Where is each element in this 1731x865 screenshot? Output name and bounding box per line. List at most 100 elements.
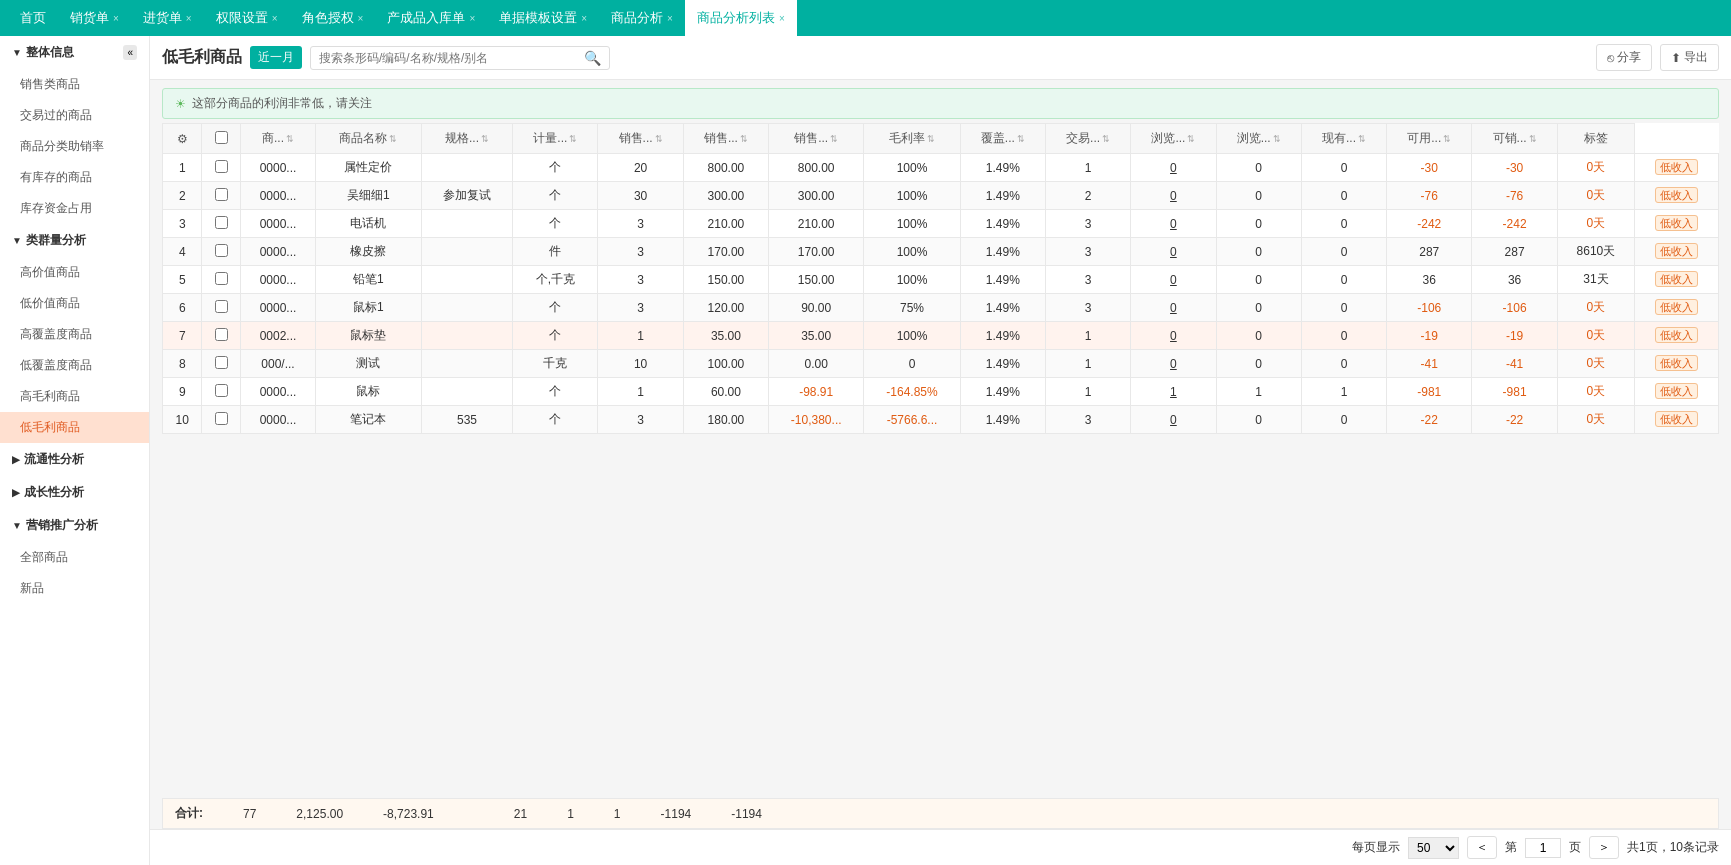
- close-icon[interactable]: ×: [358, 13, 364, 24]
- row-checkbox[interactable]: [202, 294, 241, 322]
- nav-product-analysis-list[interactable]: 商品分析列表 ×: [685, 0, 797, 36]
- close-icon[interactable]: ×: [779, 13, 785, 24]
- row-sale-cost: 150.00: [769, 266, 864, 294]
- th-settings[interactable]: ⚙: [163, 124, 202, 154]
- sidebar-item-low-margin[interactable]: 低毛利商品: [0, 412, 149, 443]
- sidebar-item-high-coverage[interactable]: 高覆盖度商品: [0, 319, 149, 350]
- sidebar-item-stocked-products[interactable]: 有库存的商品: [0, 162, 149, 193]
- sidebar-group-overall[interactable]: ▼ 整体信息 «: [0, 36, 149, 69]
- sidebar-group-cluster[interactable]: ▼ 类群量分析: [0, 224, 149, 257]
- row-checkbox[interactable]: [202, 238, 241, 266]
- row-trade[interactable]: 0: [1131, 154, 1216, 182]
- th-coverage[interactable]: 覆盖...⇅: [960, 124, 1045, 154]
- row-gross: 1.49%: [960, 154, 1045, 182]
- row-trade[interactable]: 0: [1131, 350, 1216, 378]
- row-trade[interactable]: 0: [1131, 238, 1216, 266]
- row-select-checkbox[interactable]: [215, 356, 228, 369]
- row-spec: [421, 378, 512, 406]
- row-select-checkbox[interactable]: [215, 300, 228, 313]
- row-select-checkbox[interactable]: [215, 188, 228, 201]
- sidebar-collapse-button[interactable]: «: [123, 45, 137, 60]
- row-checkbox[interactable]: [202, 210, 241, 238]
- nav-home[interactable]: 首页: [8, 0, 58, 36]
- nav-product-analysis[interactable]: 商品分析 ×: [599, 0, 685, 36]
- th-browse1[interactable]: 浏览...⇅: [1131, 124, 1216, 154]
- th-trade[interactable]: 交易...⇅: [1045, 124, 1130, 154]
- sidebar-item-traded-products[interactable]: 交易过的商品: [0, 100, 149, 131]
- sidebar-group-liquidity[interactable]: ▶ 流通性分析: [0, 443, 149, 476]
- th-unit[interactable]: 计量...⇅: [513, 124, 598, 154]
- page-size-select[interactable]: 50 100 200: [1408, 837, 1459, 859]
- row-checkbox[interactable]: [202, 406, 241, 434]
- row-checkbox[interactable]: [202, 266, 241, 294]
- close-icon[interactable]: ×: [186, 13, 192, 24]
- th-browse2[interactable]: 浏览...⇅: [1216, 124, 1301, 154]
- row-trade[interactable]: 0: [1131, 294, 1216, 322]
- sidebar-item-low-coverage[interactable]: 低覆盖度商品: [0, 350, 149, 381]
- nav-template-settings[interactable]: 单据模板设置 ×: [487, 0, 599, 36]
- th-avail[interactable]: 可用...⇅: [1387, 124, 1472, 154]
- sidebar-item-all-products[interactable]: 全部商品: [0, 542, 149, 573]
- prev-page-button[interactable]: ＜: [1467, 836, 1497, 859]
- row-trade[interactable]: 0: [1131, 322, 1216, 350]
- search-input[interactable]: [319, 51, 584, 65]
- row-select-checkbox[interactable]: [215, 328, 228, 341]
- th-stock[interactable]: 现有...⇅: [1301, 124, 1386, 154]
- sidebar-item-sales-products[interactable]: 销售类商品: [0, 69, 149, 100]
- nav-permission-settings[interactable]: 权限设置 ×: [204, 0, 290, 36]
- row-checkbox[interactable]: [202, 378, 241, 406]
- page-number-input[interactable]: [1525, 838, 1561, 858]
- nav-sales-order[interactable]: 销货单 ×: [58, 0, 131, 36]
- nav-role-auth[interactable]: 角色授权 ×: [290, 0, 376, 36]
- row-browse2: 1: [1301, 378, 1386, 406]
- sidebar-group-growth[interactable]: ▶ 成长性分析: [0, 476, 149, 509]
- row-checkbox[interactable]: [202, 182, 241, 210]
- row-trade[interactable]: 0: [1131, 182, 1216, 210]
- row-trade[interactable]: 1: [1131, 378, 1216, 406]
- th-sale-amt[interactable]: 销售...⇅: [683, 124, 768, 154]
- row-select-checkbox[interactable]: [215, 384, 228, 397]
- filter-recent-month-button[interactable]: 近一月: [250, 46, 302, 69]
- row-sale-cost: 35.00: [769, 322, 864, 350]
- th-checkbox[interactable]: [202, 124, 241, 154]
- th-sale-cost[interactable]: 销售...⇅: [769, 124, 864, 154]
- sidebar-group-marketing[interactable]: ▼ 营销推广分析: [0, 509, 149, 542]
- row-select-checkbox[interactable]: [215, 244, 228, 257]
- row-checkbox[interactable]: [202, 350, 241, 378]
- row-select-checkbox[interactable]: [215, 272, 228, 285]
- row-checkbox[interactable]: [202, 154, 241, 182]
- export-button[interactable]: ⬆ 导出: [1660, 44, 1719, 71]
- th-spec[interactable]: 规格...⇅: [421, 124, 512, 154]
- sidebar-item-category-assist-rate[interactable]: 商品分类助销率: [0, 131, 149, 162]
- row-trade[interactable]: 0: [1131, 266, 1216, 294]
- th-code[interactable]: 商...⇅: [241, 124, 315, 154]
- select-all-checkbox[interactable]: [215, 131, 228, 144]
- nav-purchase-order[interactable]: 进货单 ×: [131, 0, 204, 36]
- sidebar-item-capital-usage[interactable]: 库存资金占用: [0, 193, 149, 224]
- th-sale-qty[interactable]: 销售...⇅: [598, 124, 683, 154]
- row-checkbox[interactable]: [202, 322, 241, 350]
- share-button[interactable]: ⎋ 分享: [1596, 44, 1652, 71]
- close-icon[interactable]: ×: [469, 13, 475, 24]
- row-select-checkbox[interactable]: [215, 160, 228, 173]
- nav-product-inbound[interactable]: 产成品入库单 ×: [375, 0, 487, 36]
- sidebar-item-high-margin[interactable]: 高毛利商品: [0, 381, 149, 412]
- sidebar-item-low-value[interactable]: 低价值商品: [0, 288, 149, 319]
- close-icon[interactable]: ×: [667, 13, 673, 24]
- th-tag[interactable]: 标签: [1557, 124, 1634, 154]
- row-trade[interactable]: 0: [1131, 210, 1216, 238]
- th-name[interactable]: 商品名称⇅: [315, 124, 421, 154]
- next-page-button[interactable]: ＞: [1589, 836, 1619, 859]
- row-trade[interactable]: 0: [1131, 406, 1216, 434]
- row-code: 0002...: [241, 322, 315, 350]
- search-icon[interactable]: 🔍: [584, 50, 601, 66]
- th-sellable[interactable]: 可销...⇅: [1472, 124, 1557, 154]
- th-gross-rate[interactable]: 毛利率⇅: [864, 124, 960, 154]
- close-icon[interactable]: ×: [272, 13, 278, 24]
- row-select-checkbox[interactable]: [215, 412, 228, 425]
- close-icon[interactable]: ×: [581, 13, 587, 24]
- sidebar-item-new-products[interactable]: 新品: [0, 573, 149, 604]
- close-icon[interactable]: ×: [113, 13, 119, 24]
- sidebar-item-high-value[interactable]: 高价值商品: [0, 257, 149, 288]
- row-select-checkbox[interactable]: [215, 216, 228, 229]
